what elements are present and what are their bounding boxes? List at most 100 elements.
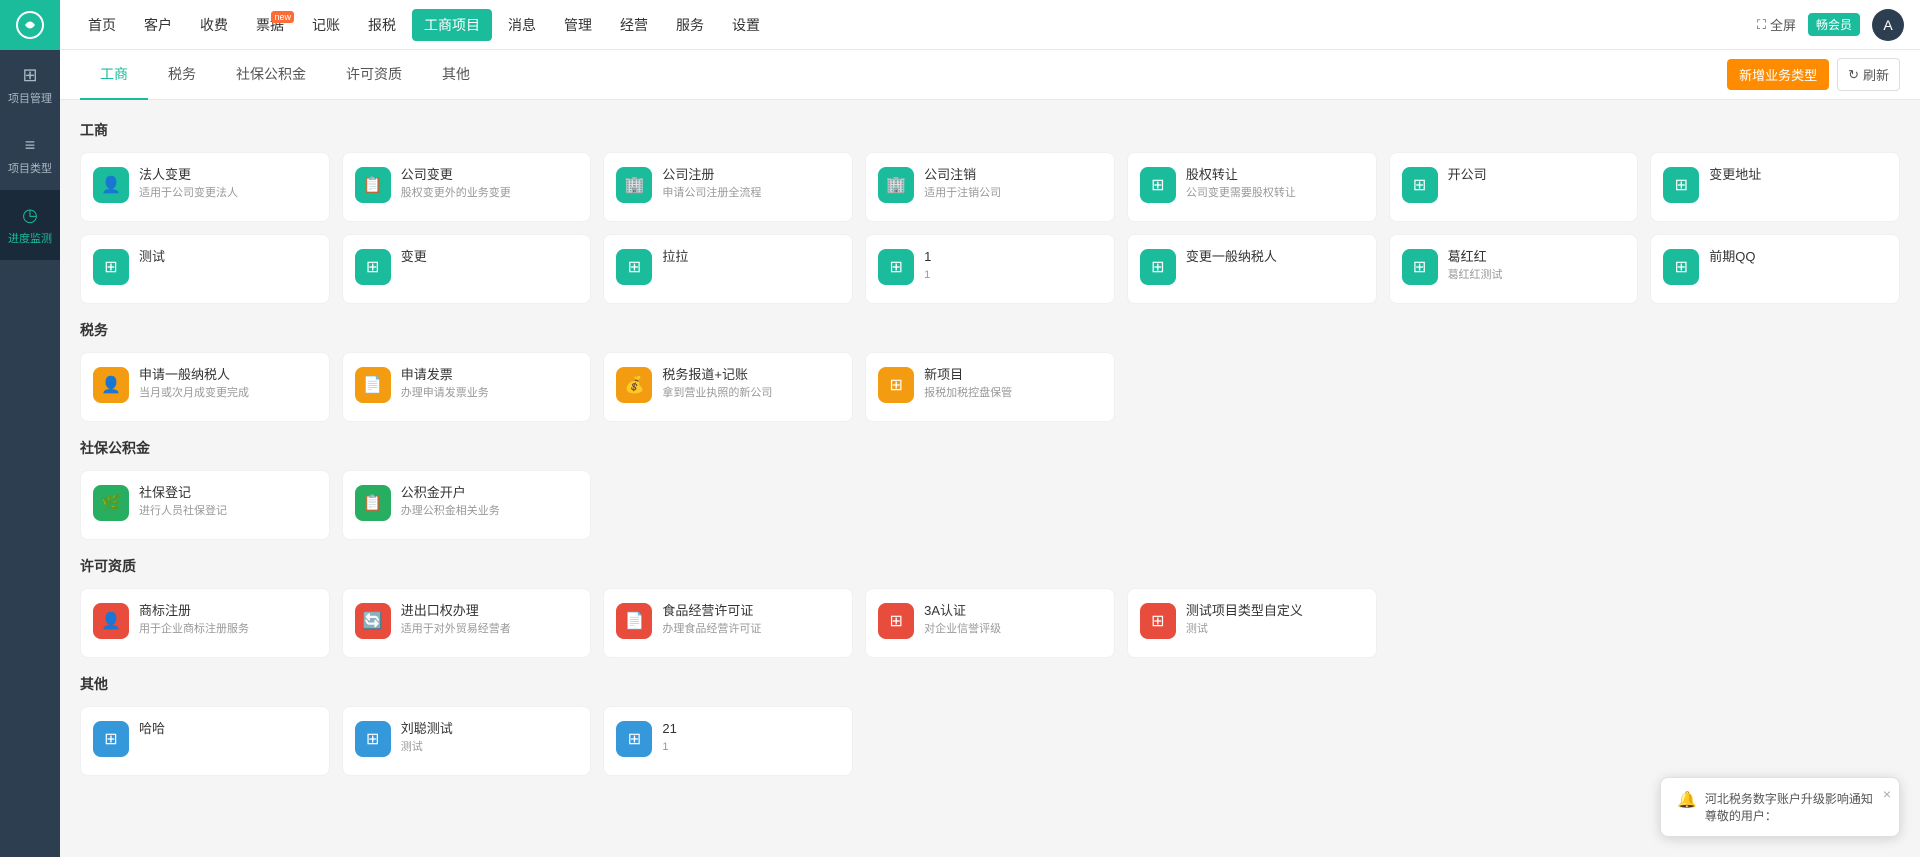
card-icon-t2: 📄 [355,367,391,403]
card-icon-c5: ⊞ [1140,167,1176,203]
fullscreen-icon: ⛶ [1757,17,1766,33]
sidebar-item-label: 进度监测 [8,230,52,246]
nav-badge: new [271,11,294,23]
nav-operations[interactable]: 经营 [608,9,660,41]
card-o3[interactable]: ⊞ 21 1 [603,706,853,776]
card-name-c1: 法人变更 [139,167,317,184]
card-c14[interactable]: ⊞ 前期QQ [1650,234,1900,304]
card-name-c14: 前期QQ [1709,249,1887,266]
card-name-o1: 哈哈 [139,721,317,738]
nav-items: 首页 客户 收费 票据 new 记账 报税 工商项目 消息 管理 经营 服务 设… [76,9,1757,41]
nav-settings[interactable]: 设置 [720,9,772,41]
nav-billing[interactable]: 收费 [188,9,240,41]
card-icon-o3: ⊞ [616,721,652,757]
nav-services[interactable]: 服务 [664,9,716,41]
card-c10[interactable]: ⊞ 拉拉 [603,234,853,304]
card-name-c8: 测试 [139,249,317,266]
card-c6[interactable]: ⊞ 开公司 [1389,152,1639,222]
sidebar-item-project-type[interactable]: ≡ 项目类型 [0,120,60,190]
nav-business[interactable]: 工商项目 [412,9,492,41]
card-desc-x3: 办理食品经营许可证 [662,622,840,636]
card-c2[interactable]: 📋 公司变更 股权变更外的业务变更 [342,152,592,222]
card-c12[interactable]: ⊞ 变更一般纳税人 [1127,234,1377,304]
card-t4[interactable]: ⊞ 新项目 报税加税控盘保管 [865,352,1115,422]
tab-gongshang[interactable]: 工商 [80,50,148,100]
nav-home[interactable]: 首页 [76,9,128,41]
card-o1[interactable]: ⊞ 哈哈 [80,706,330,776]
card-desc-t1: 当月或次月成变更完成 [139,386,317,400]
card-s1[interactable]: 🌿 社保登记 进行人员社保登记 [80,470,330,540]
card-s2[interactable]: 📋 公积金开户 办理公积金相关业务 [342,470,592,540]
card-name-x1: 商标注册 [139,603,317,620]
card-c8[interactable]: ⊞ 测试 [80,234,330,304]
card-x5[interactable]: ⊞ 测试项目类型自定义 测试 [1127,588,1377,658]
nav-messages[interactable]: 消息 [496,9,548,41]
card-c13[interactable]: ⊞ 葛红红 葛红红测试 [1389,234,1639,304]
card-c11[interactable]: ⊞ 1 1 [865,234,1115,304]
card-desc-c1: 适用于公司变更法人 [139,186,317,200]
card-c7[interactable]: ⊞ 变更地址 [1650,152,1900,222]
sidebar-item-progress[interactable]: ◷ 进度监测 [0,190,60,260]
card-c4[interactable]: 🏢 公司注销 适用于注销公司 [865,152,1115,222]
notification-close-button[interactable]: × [1883,786,1891,802]
card-t2[interactable]: 📄 申请发票 办理申请发票业务 [342,352,592,422]
card-c1[interactable]: 👤 法人变更 适用于公司变更法人 [80,152,330,222]
card-t1[interactable]: 👤 申请一般纳税人 当月或次月成变更完成 [80,352,330,422]
nav-tax[interactable]: 报税 [356,9,408,41]
card-x4[interactable]: ⊞ 3A认证 对企业信誉评级 [865,588,1115,658]
card-icon-c11: ⊞ [878,249,914,285]
card-desc-t2: 办理申请发票业务 [401,386,579,400]
refresh-button[interactable]: ↻ 刷新 [1837,58,1900,91]
card-name-o2: 刘聪测试 [401,721,579,738]
section-title-xuke: 许可资质 [80,556,1900,576]
avatar[interactable]: A [1872,9,1904,41]
card-x2[interactable]: 🔄 进出口权办理 适用于对外贸易经营者 [342,588,592,658]
card-name-x4: 3A认证 [924,603,1102,620]
nav-tickets[interactable]: 票据 new [244,9,296,41]
card-name-c12: 变更一般纳税人 [1186,249,1364,266]
project-type-icon: ≡ [25,135,36,156]
notification-bubble: 🔔 河北税务数字账户升级影响通知 尊敬的用户： × [1660,777,1900,837]
fullscreen-btn[interactable]: ⛶ 全屏 [1757,15,1796,34]
card-desc-x1: 用于企业商标注册服务 [139,622,317,636]
tab-shuiwu[interactable]: 税务 [148,50,216,100]
tab-shebao[interactable]: 社保公积金 [216,50,326,100]
nav-customer[interactable]: 客户 [132,9,184,41]
nav-manage[interactable]: 管理 [552,9,604,41]
nav-right: ⛶ 全屏 畅会员 A [1757,9,1904,41]
tab-xuke[interactable]: 许可资质 [326,50,422,100]
card-desc-s1: 进行人员社保登记 [139,504,317,518]
logo[interactable] [0,0,60,50]
card-name-c2: 公司变更 [401,167,579,184]
card-name-s1: 社保登记 [139,485,317,502]
card-o2[interactable]: ⊞ 刘聪测试 测试 [342,706,592,776]
card-icon-t1: 👤 [93,367,129,403]
card-c5[interactable]: ⊞ 股权转让 公司变更需要股权转让 [1127,152,1377,222]
cards-grid-gongshang: 👤 法人变更 适用于公司变更法人 📋 公司变更 股权变更外的业务变更 🏢 公司注… [80,152,1900,304]
card-t3[interactable]: 💰 税务报道+记账 拿到营业执照的新公司 [603,352,853,422]
card-icon-t3: 💰 [616,367,652,403]
nav-accounting[interactable]: 记账 [300,9,352,41]
card-name-o3: 21 [662,721,840,738]
card-icon-s2: 📋 [355,485,391,521]
card-x3[interactable]: 📄 食品经营许可证 办理食品经营许可证 [603,588,853,658]
card-icon-c9: ⊞ [355,249,391,285]
new-type-button[interactable]: 新增业务类型 [1727,59,1829,90]
card-desc-x4: 对企业信誉评级 [924,622,1102,636]
sidebar-item-project-mgmt[interactable]: ⊞ 项目管理 [0,50,60,120]
refresh-icon: ↻ [1848,67,1859,83]
card-desc-c3: 申请公司注册全流程 [662,186,840,200]
section-title-qita: 其他 [80,674,1900,694]
card-name-t3: 税务报道+记账 [662,367,840,384]
card-desc-x2: 适用于对外贸易经营者 [401,622,579,636]
card-c3[interactable]: 🏢 公司注册 申请公司注册全流程 [603,152,853,222]
progress-icon: ◷ [22,205,38,226]
section-title-shebao: 社保公积金 [80,438,1900,458]
tab-qita[interactable]: 其他 [422,50,490,100]
vip-btn[interactable]: 畅会员 [1808,13,1860,36]
card-icon-c2: 📋 [355,167,391,203]
card-c9[interactable]: ⊞ 变更 [342,234,592,304]
notification-text: 河北税务数字账户升级影响通知 尊敬的用户： [1705,790,1883,824]
card-x1[interactable]: 👤 商标注册 用于企业商标注册服务 [80,588,330,658]
card-icon-x5: ⊞ [1140,603,1176,639]
